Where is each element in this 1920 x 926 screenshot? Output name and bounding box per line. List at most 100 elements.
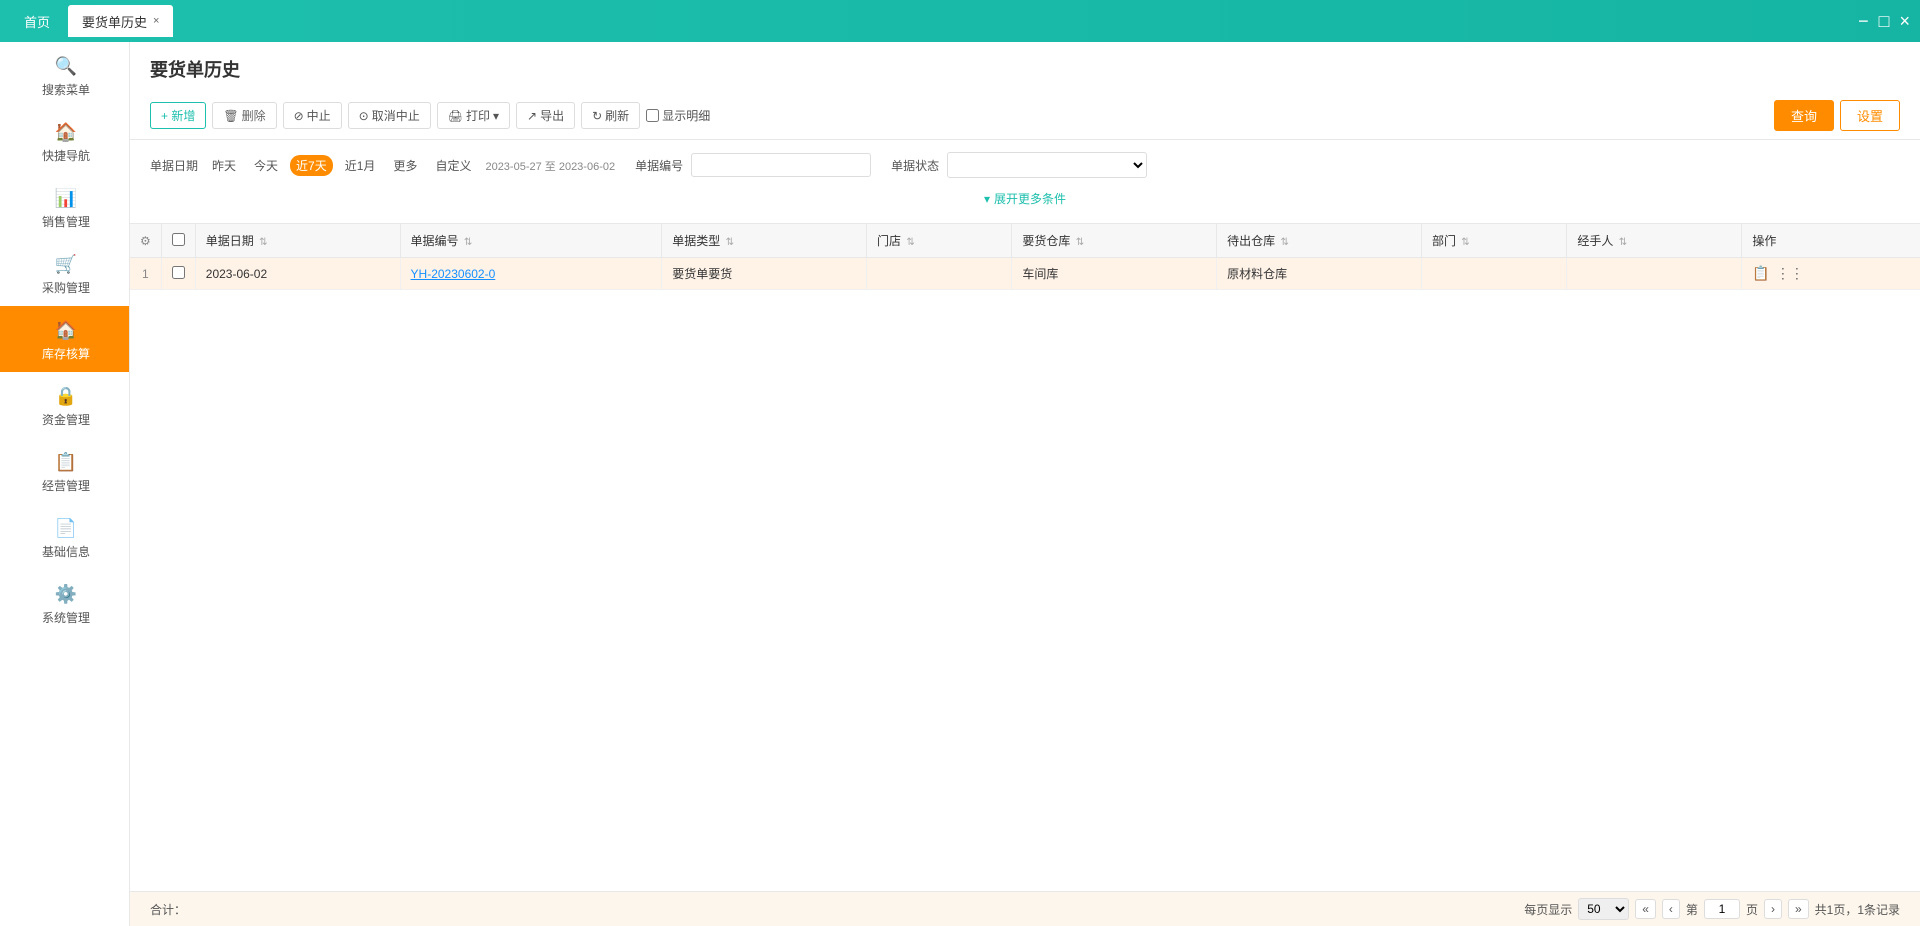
sidebar-item-basic-info[interactable]: 📄 基础信息 xyxy=(0,504,129,570)
row-req-warehouse: 车间库 xyxy=(1012,258,1217,290)
sidebar-item-sys-mgmt[interactable]: ⚙️ 系统管理 xyxy=(0,570,129,636)
date-range-display: 2023-05-27 至 2023-06-02 xyxy=(485,158,615,174)
col-settings[interactable]: ⚙ xyxy=(130,224,161,258)
last-page-button[interactable]: » xyxy=(1788,899,1809,919)
filter-row-1: 单据日期 昨天 今天 近7天 近1月 更多 自定义 2023-05-27 至 2… xyxy=(150,152,1900,178)
row-handler xyxy=(1567,258,1742,290)
page-input[interactable] xyxy=(1704,899,1740,919)
search-menu-icon: 🔍 xyxy=(55,56,77,77)
data-table: ⚙ 单据日期 ⇅ 单据编号 ⇅ 单据类型 xyxy=(130,224,1920,290)
top-bar: 首页 要货单历史 × − □ × xyxy=(0,0,1920,42)
page-header: 要货单历史 + 新增 🗑 删除 ⊘ 中止 ⊙ 取消中止 🖨 打印 xyxy=(130,42,1920,140)
tab-home[interactable]: 首页 xyxy=(10,5,64,37)
first-page-button[interactable]: « xyxy=(1635,899,1656,919)
row-edit-icon[interactable]: 📋 xyxy=(1752,265,1769,282)
sidebar-item-search-menu[interactable]: 🔍 搜索菜单 xyxy=(0,42,129,108)
sidebar-item-ops-mgmt-label: 经营管理 xyxy=(42,477,90,494)
filter-area: 单据日期 昨天 今天 近7天 近1月 更多 自定义 2023-05-27 至 2… xyxy=(130,140,1920,224)
basic-info-icon: 📄 xyxy=(55,518,77,539)
next-page-button[interactable]: › xyxy=(1764,899,1782,919)
col-checkbox xyxy=(161,224,195,258)
sort-handler-icon: ⇅ xyxy=(1619,237,1627,248)
row-checkbox[interactable] xyxy=(172,266,185,279)
settings-button[interactable]: 设置 xyxy=(1840,100,1900,131)
print-dropdown-icon: ▾ xyxy=(493,109,499,123)
col-ops: 操作 xyxy=(1742,224,1920,258)
query-button[interactable]: 查询 xyxy=(1774,100,1834,131)
col-dept[interactable]: 部门 ⇅ xyxy=(1421,224,1566,258)
tab-home-label: 首页 xyxy=(24,12,50,31)
date-btn-more[interactable]: 更多 xyxy=(387,155,423,176)
date-btn-today[interactable]: 今天 xyxy=(248,155,284,176)
filter-group-date: 单据日期 昨天 今天 近7天 近1月 更多 自定义 2023-05-27 至 2… xyxy=(150,155,615,176)
sidebar-item-purchase-mgmt-label: 采购管理 xyxy=(42,279,90,296)
row-checkbox-cell[interactable] xyxy=(161,258,195,290)
date-btn-yesterday[interactable]: 昨天 xyxy=(206,155,242,176)
op-icons: 📋 ⋮⋮ xyxy=(1752,265,1910,282)
date-btn-7days[interactable]: 近7天 xyxy=(290,155,333,176)
col-store[interactable]: 门店 ⇅ xyxy=(866,224,1011,258)
docno-filter-label: 单据编号 xyxy=(635,157,683,174)
purchase-mgmt-icon: 🛒 xyxy=(55,254,77,275)
date-btn-custom[interactable]: 自定义 xyxy=(429,155,477,176)
print-label: 打印 xyxy=(466,107,490,124)
page-label: 第 xyxy=(1686,901,1698,918)
sidebar-item-quick-nav[interactable]: 🏠 快捷导航 xyxy=(0,108,129,174)
sales-mgmt-icon: 📊 xyxy=(55,188,77,209)
maximize-icon[interactable]: □ xyxy=(1879,11,1890,32)
sys-mgmt-icon: ⚙️ xyxy=(55,584,77,605)
minimize-icon[interactable]: − xyxy=(1858,11,1869,32)
col-doctype[interactable]: 单据类型 ⇅ xyxy=(662,224,867,258)
display-detail-checkbox[interactable]: 显示明细 xyxy=(646,107,710,124)
prev-page-button[interactable]: ‹ xyxy=(1662,899,1680,919)
row-docno[interactable]: YH-20230602-0 xyxy=(400,258,662,290)
cancel-stop-button[interactable]: ⊙ 取消中止 xyxy=(348,102,431,129)
date-btn-1month[interactable]: 近1月 xyxy=(339,155,382,176)
tab-close-icon[interactable]: × xyxy=(153,15,159,27)
new-button[interactable]: + 新增 xyxy=(150,102,206,129)
stop-label: 中止 xyxy=(307,107,331,124)
page-title: 要货单历史 xyxy=(150,56,1900,82)
table-container: ⚙ 单据日期 ⇅ 单据编号 ⇅ 单据类型 xyxy=(130,224,1920,891)
sidebar-item-purchase-mgmt[interactable]: 🛒 采购管理 xyxy=(0,240,129,306)
sidebar-item-sales-mgmt[interactable]: 📊 销售管理 xyxy=(0,174,129,240)
ops-mgmt-icon: 📋 xyxy=(55,452,77,473)
window-controls: − □ × xyxy=(1858,11,1910,32)
sidebar-item-finance-mgmt[interactable]: 🔒 资金管理 xyxy=(0,372,129,438)
docno-input[interactable] xyxy=(691,153,871,177)
delete-icon: 🗑 xyxy=(223,109,238,123)
row-docno-link[interactable]: YH-20230602-0 xyxy=(411,267,496,281)
tab-purchase-history[interactable]: 要货单历史 × xyxy=(68,5,173,37)
table-header-row: ⚙ 单据日期 ⇅ 单据编号 ⇅ 单据类型 xyxy=(130,224,1920,258)
col-handler[interactable]: 经手人 ⇅ xyxy=(1567,224,1742,258)
inventory-icon: 🏠 xyxy=(55,320,77,341)
close-window-icon[interactable]: × xyxy=(1899,11,1910,32)
pagination: 每页显示 50 10 20 100 « ‹ 第 页 › » 共1页，1条记录 xyxy=(1524,898,1900,920)
row-dept xyxy=(1421,258,1566,290)
delete-button[interactable]: 🗑 删除 xyxy=(212,102,276,129)
sort-store-icon: ⇅ xyxy=(906,237,914,248)
col-pending-warehouse[interactable]: 待出仓库 ⇅ xyxy=(1217,224,1422,258)
sidebar-item-finance-mgmt-label: 资金管理 xyxy=(42,411,90,428)
col-docno[interactable]: 单据编号 ⇅ xyxy=(400,224,662,258)
page-size-select[interactable]: 50 10 20 100 xyxy=(1578,898,1629,920)
col-req-warehouse[interactable]: 要货仓库 ⇅ xyxy=(1012,224,1217,258)
export-button[interactable]: ↗ 导出 xyxy=(516,102,575,129)
sidebar-item-ops-mgmt[interactable]: 📋 经营管理 xyxy=(0,438,129,504)
sidebar-item-inventory[interactable]: 🏠 库存核算 xyxy=(0,306,129,372)
refresh-label: 刷新 xyxy=(605,107,629,124)
display-detail-check[interactable] xyxy=(646,109,659,122)
cancel-stop-label: 取消中止 xyxy=(372,107,420,124)
stop-button[interactable]: ⊘ 中止 xyxy=(283,102,342,129)
sort-pendwh-icon: ⇅ xyxy=(1281,237,1289,248)
select-all-checkbox[interactable] xyxy=(172,233,185,246)
print-icon: 🖨 xyxy=(448,109,463,123)
expand-more-btn[interactable]: ▾ 展开更多条件 xyxy=(150,186,1900,211)
sidebar-item-sys-mgmt-label: 系统管理 xyxy=(42,609,90,626)
col-date[interactable]: 单据日期 ⇅ xyxy=(195,224,400,258)
sidebar-item-quick-nav-label: 快捷导航 xyxy=(42,147,90,164)
row-more-icon[interactable]: ⋮⋮ xyxy=(1776,265,1804,282)
status-select[interactable] xyxy=(947,152,1147,178)
refresh-button[interactable]: ↻ 刷新 xyxy=(581,102,640,129)
print-button[interactable]: 🖨 打印 ▾ xyxy=(437,102,510,129)
